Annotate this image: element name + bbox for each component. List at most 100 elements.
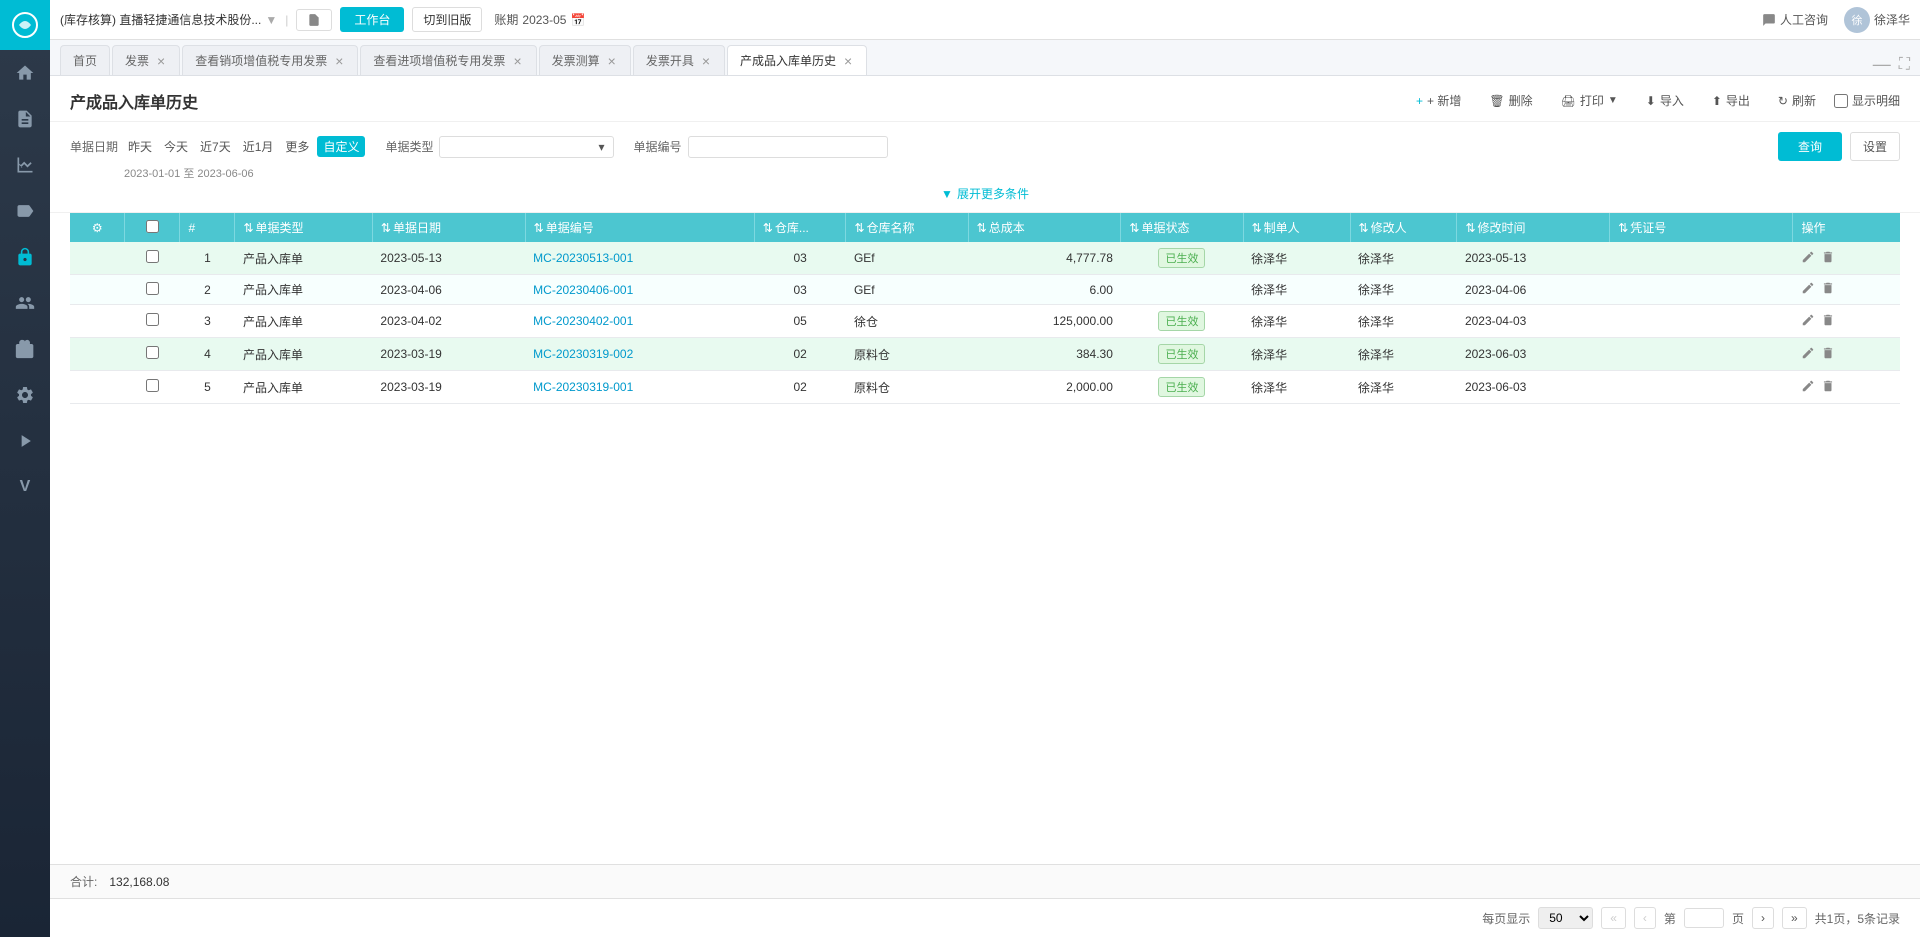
row-delete-icon[interactable] xyxy=(1821,281,1835,298)
delete-btn[interactable]: 🗑 删除 xyxy=(1479,88,1542,113)
shortcut-more[interactable]: 更多 xyxy=(281,136,313,157)
tab-invoice-open-close[interactable]: × xyxy=(700,54,712,68)
sidebar-item-play[interactable] xyxy=(0,418,50,464)
minimize-icon[interactable]: — xyxy=(1873,54,1891,75)
tab-purchase-vat[interactable]: 查看进项增值税专用发票 × xyxy=(360,45,536,75)
row-delete-icon[interactable] xyxy=(1821,313,1835,330)
workbench-btn[interactable]: 工作台 xyxy=(340,7,404,32)
sidebar-item-people[interactable] xyxy=(0,280,50,326)
row-delete-icon[interactable] xyxy=(1821,379,1835,396)
row-checkbox[interactable] xyxy=(146,346,159,359)
export-btn[interactable]: ⬆ 导出 xyxy=(1702,88,1760,113)
new-btn[interactable]: + + 新增 xyxy=(1406,88,1471,113)
company-selector[interactable]: (库存核算) 直播轻捷通信息技术股份... ▼ xyxy=(60,11,277,28)
last-page-btn[interactable]: » xyxy=(1782,907,1807,929)
th-settings[interactable]: ⚙ xyxy=(70,213,125,242)
row-edit-icon[interactable] xyxy=(1801,379,1815,396)
row-checkbox[interactable] xyxy=(146,282,159,295)
row-code[interactable]: MC-20230319-001 xyxy=(525,371,754,404)
shortcut-7days[interactable]: 近7天 xyxy=(196,136,235,157)
row-code[interactable]: MC-20230513-001 xyxy=(525,242,754,275)
help-btn[interactable]: 人工咨询 xyxy=(1762,11,1828,28)
row-code[interactable]: MC-20230319-002 xyxy=(525,338,754,371)
shortcut-1month[interactable]: 近1月 xyxy=(239,136,278,157)
settings-icon[interactable]: ⚙ xyxy=(92,221,103,235)
row-check-cell[interactable] xyxy=(125,242,180,275)
row-code[interactable]: MC-20230402-001 xyxy=(525,305,754,338)
row-edit-icon[interactable] xyxy=(1801,313,1815,330)
print-btn[interactable]: 🖨 打印 ▼ xyxy=(1551,88,1628,113)
show-detail-checkbox[interactable] xyxy=(1834,94,1848,108)
maximize-icon[interactable]: ⛶ xyxy=(1899,56,1910,74)
row-code-link[interactable]: MC-20230406-001 xyxy=(533,283,633,297)
tab-invoice-calc[interactable]: 发票测算 × xyxy=(539,45,631,75)
th-modify-time[interactable]: ⇅修改时间 xyxy=(1457,213,1610,242)
doc-type-btn[interactable] xyxy=(296,9,332,31)
row-code-link[interactable]: MC-20230402-001 xyxy=(533,314,633,328)
tab-purchase-vat-close[interactable]: × xyxy=(511,54,523,68)
th-warehouse-name[interactable]: ⇅仓库名称 xyxy=(846,213,968,242)
th-date[interactable]: ⇅单据日期 xyxy=(372,213,525,242)
shortcut-yesterday[interactable]: 昨天 xyxy=(124,136,156,157)
th-warehouse-id[interactable]: ⇅仓库... xyxy=(754,213,846,242)
row-code[interactable]: MC-20230406-001 xyxy=(525,275,754,305)
sidebar-item-home[interactable] xyxy=(0,50,50,96)
th-check[interactable] xyxy=(125,213,180,242)
row-delete-icon[interactable] xyxy=(1821,346,1835,363)
th-cost[interactable]: ⇅总成本 xyxy=(968,213,1121,242)
th-code[interactable]: ⇅单据编号 xyxy=(525,213,754,242)
show-detail-toggle[interactable]: 显示明细 xyxy=(1834,92,1900,109)
row-delete-icon[interactable] xyxy=(1821,250,1835,267)
row-checkbox[interactable] xyxy=(146,379,159,392)
first-page-btn[interactable]: « xyxy=(1601,907,1626,929)
row-checkbox[interactable] xyxy=(146,250,159,263)
sidebar-item-chart[interactable] xyxy=(0,142,50,188)
th-type[interactable]: ⇅单据类型 xyxy=(235,213,372,242)
row-check-cell[interactable] xyxy=(125,305,180,338)
row-checkbox[interactable] xyxy=(146,313,159,326)
type-select[interactable]: ▾ xyxy=(439,136,613,158)
tab-invoice[interactable]: 发票 × xyxy=(112,45,180,75)
tab-invoice-close[interactable]: × xyxy=(155,54,167,68)
row-edit-icon[interactable] xyxy=(1801,250,1815,267)
next-page-btn[interactable]: › xyxy=(1752,907,1774,929)
sidebar-item-box[interactable] xyxy=(0,326,50,372)
row-edit-icon[interactable] xyxy=(1801,281,1815,298)
row-code-link[interactable]: MC-20230319-002 xyxy=(533,347,633,361)
row-code-link[interactable]: MC-20230513-001 xyxy=(533,251,633,265)
sidebar-item-gear[interactable] xyxy=(0,372,50,418)
row-edit-icon[interactable] xyxy=(1801,346,1815,363)
row-check-cell[interactable] xyxy=(125,371,180,404)
row-check-cell[interactable] xyxy=(125,338,180,371)
shortcut-today[interactable]: 今天 xyxy=(160,136,192,157)
th-status[interactable]: ⇅单据状态 xyxy=(1121,213,1243,242)
tab-invoice-open[interactable]: 发票开具 × xyxy=(633,45,725,75)
sidebar-item-docs[interactable] xyxy=(0,96,50,142)
th-modifier[interactable]: ⇅修改人 xyxy=(1350,213,1457,242)
per-page-select[interactable]: 50 20 100 xyxy=(1538,907,1593,929)
calendar-icon[interactable]: 📅 xyxy=(570,13,585,27)
tab-home[interactable]: 首页 xyxy=(60,45,110,75)
tab-product-history[interactable]: 产成品入库单历史 × xyxy=(727,45,867,75)
th-voucher[interactable]: ⇅凭证号 xyxy=(1610,213,1793,242)
query-btn[interactable]: 查询 xyxy=(1778,132,1842,161)
th-creator[interactable]: ⇅制单人 xyxy=(1243,213,1350,242)
switch-version-btn[interactable]: 切到旧版 xyxy=(412,7,482,32)
tab-sales-vat-close[interactable]: × xyxy=(333,54,345,68)
row-code-link[interactable]: MC-20230319-001 xyxy=(533,380,633,394)
tab-product-history-close[interactable]: × xyxy=(842,54,854,68)
prev-page-btn[interactable]: ‹ xyxy=(1634,907,1656,929)
sidebar-item-v[interactable]: V xyxy=(0,464,50,510)
setting-btn[interactable]: 设置 xyxy=(1850,132,1900,161)
row-check-cell[interactable] xyxy=(125,275,180,305)
tab-invoice-calc-close[interactable]: × xyxy=(606,54,618,68)
sidebar-item-lock[interactable] xyxy=(0,234,50,280)
tab-sales-vat[interactable]: 查看销项增值税专用发票 × xyxy=(182,45,358,75)
user-menu[interactable]: 徐 徐泽华 xyxy=(1844,7,1910,33)
shortcut-custom[interactable]: 自定义 xyxy=(317,136,365,157)
import-btn[interactable]: ⬇ 导入 xyxy=(1636,88,1694,113)
page-input[interactable]: 1 xyxy=(1684,908,1724,928)
select-all-checkbox[interactable] xyxy=(146,220,159,233)
refresh-btn[interactable]: ↻ 刷新 xyxy=(1768,88,1826,113)
expand-filters-btn[interactable]: ▼ 展开更多条件 xyxy=(941,185,1029,202)
